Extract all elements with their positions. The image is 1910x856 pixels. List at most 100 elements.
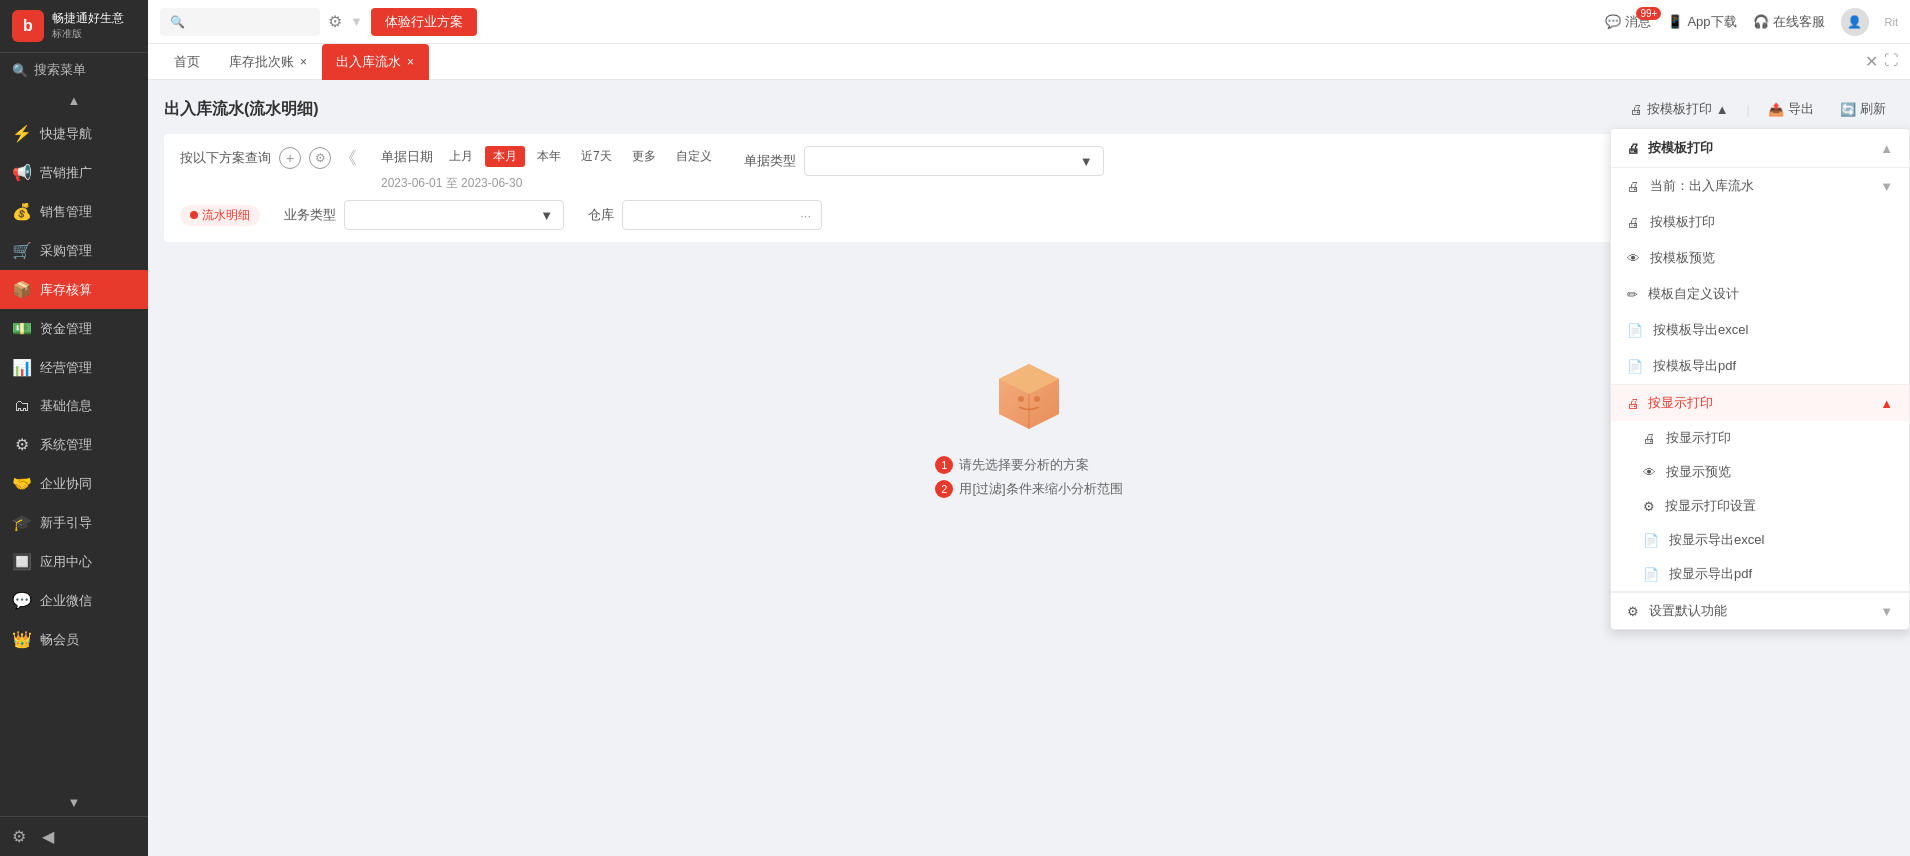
- trial-button[interactable]: 体验行业方案: [371, 8, 477, 36]
- dropdown-template-export-pdf[interactable]: 📄 按模板导出pdf: [1611, 348, 1909, 384]
- display-print-item[interactable]: 🖨 按显示打印: [1611, 421, 1909, 455]
- expand-btn[interactable]: ⛶: [1884, 52, 1898, 71]
- sidebar-item-wechat[interactable]: 💬 企业微信: [0, 581, 148, 620]
- date-opt-custom[interactable]: 自定义: [668, 146, 720, 167]
- sidebar-item-inventory[interactable]: 📦 库存核算: [0, 270, 148, 309]
- sidebar: b 畅捷通好生意 标准版 🔍 搜索菜单 ▲ ⚡ 快捷导航 📢 营销推广 💰 销售…: [0, 0, 148, 856]
- date-opt-more[interactable]: 更多: [624, 146, 664, 167]
- tip-num-1: 1: [935, 456, 953, 474]
- sidebar-item-marketing[interactable]: 📢 营销推广: [0, 153, 148, 192]
- collapse-sidebar-icon[interactable]: ◀: [42, 827, 54, 846]
- topbar-search[interactable]: 🔍: [160, 8, 320, 36]
- sidebar-item-label: 库存核算: [40, 281, 92, 299]
- tip-num-2: 2: [935, 480, 953, 498]
- date-opt-this-year[interactable]: 本年: [529, 146, 569, 167]
- display-print-settings-item[interactable]: ⚙ 按显示打印设置: [1611, 489, 1909, 523]
- empty-tips: 1 请先选择要分析的方案 2 用[过滤]条件来缩小分析范围: [935, 450, 1122, 498]
- template-custom-icon: ✏: [1627, 287, 1638, 302]
- date-opt-7days[interactable]: 近7天: [573, 146, 620, 167]
- app-download-btn[interactable]: 📱 App下载: [1667, 13, 1736, 31]
- finance-icon: 💵: [12, 319, 32, 338]
- date-opt-this-month[interactable]: 本月: [485, 146, 525, 167]
- export-button[interactable]: 📤 导出: [1760, 96, 1822, 122]
- display-section-label: 按显示打印: [1648, 394, 1713, 412]
- topbar-search-icon: 🔍: [170, 15, 185, 29]
- tab-inout-flow[interactable]: 出入库流水 ×: [322, 44, 429, 80]
- dropdown-template-print[interactable]: 🖨 按模板打印: [1611, 204, 1909, 240]
- dropdown-footer-item[interactable]: ⚙ 设置默认功能 ▼: [1611, 592, 1909, 629]
- refresh-icon: 🔄: [1840, 102, 1856, 117]
- filter-section-label: 按以下方案查询: [180, 149, 271, 167]
- date-options: 上月 本月 本年 近7天 更多 自定义: [441, 146, 720, 167]
- display-preview-item[interactable]: 👁 按显示预览: [1611, 455, 1909, 489]
- display-export-excel-label: 按显示导出excel: [1669, 531, 1764, 549]
- sidebar-item-label: 经营管理: [40, 359, 92, 377]
- warehouse-section: 仓库 ···: [588, 200, 822, 230]
- dropdown-template-preview[interactable]: 👁 按模板预览: [1611, 240, 1909, 276]
- dropdown-template-custom[interactable]: ✏ 模板自定义设计: [1611, 276, 1909, 312]
- sidebar-item-basic[interactable]: 🗂 基础信息: [0, 387, 148, 425]
- display-print-label: 按显示打印: [1666, 429, 1731, 447]
- sidebar-item-system[interactable]: ⚙ 系统管理: [0, 425, 148, 464]
- dropdown-current-label: 当前：出入库流水: [1650, 177, 1754, 195]
- display-section-header[interactable]: 🖨 按显示打印 ▲: [1611, 385, 1909, 421]
- display-section: 🖨 按显示打印 ▲ 🖨 按显示打印 👁 按显示预览 ⚙ 按显示打印设置: [1611, 384, 1909, 591]
- settings-icon[interactable]: ⚙: [12, 827, 26, 846]
- template-preview-label: 按模板预览: [1650, 249, 1715, 267]
- warehouse-more-btn[interactable]: ···: [800, 208, 811, 223]
- online-service-btn[interactable]: 🎧 在线客服: [1753, 13, 1825, 31]
- user-name: Rit: [1885, 16, 1898, 28]
- warehouse-select[interactable]: ···: [622, 200, 822, 230]
- sidebar-search[interactable]: 🔍 搜索菜单: [0, 53, 148, 87]
- sidebar-item-enterprise[interactable]: 🤝 企业协同: [0, 464, 148, 503]
- type-label: 单据类型: [744, 152, 796, 170]
- display-export-excel-icon: 📄: [1643, 533, 1659, 548]
- tab-batch-account[interactable]: 库存批次账 ×: [215, 44, 322, 80]
- sidebar-item-apps[interactable]: 🔲 应用中心: [0, 542, 148, 581]
- business-type-select[interactable]: ▼: [344, 200, 564, 230]
- sidebar-item-sales[interactable]: 💰 销售管理: [0, 192, 148, 231]
- page-header: 出入库流水(流水明细) 🖨 按模板打印 ▲ | 📤 导出 🔄 刷新: [164, 96, 1894, 122]
- add-filter-button[interactable]: +: [279, 147, 301, 169]
- tab-inout-flow-close[interactable]: ×: [407, 55, 414, 69]
- sidebar-item-label: 新手引导: [40, 514, 92, 532]
- export-icon: 📤: [1768, 102, 1784, 117]
- display-export-excel-item[interactable]: 📄 按显示导出excel: [1611, 523, 1909, 557]
- avatar[interactable]: 👤: [1841, 8, 1869, 36]
- dropdown-current-item[interactable]: 🖨 当前：出入库流水 ▼: [1611, 168, 1909, 204]
- sidebar-item-finance[interactable]: 💵 资金管理: [0, 309, 148, 348]
- sidebar-item-quick-nav[interactable]: ⚡ 快捷导航: [0, 114, 148, 153]
- close-window-btn[interactable]: ✕: [1865, 52, 1878, 71]
- tab-batch-account-close[interactable]: ×: [300, 55, 307, 69]
- print-button[interactable]: 🖨 按模板打印 ▲: [1622, 96, 1737, 122]
- message-btn[interactable]: 💬 消息 99+: [1605, 13, 1651, 31]
- tab-inout-flow-label: 出入库流水: [336, 53, 401, 71]
- refresh-label: 刷新: [1860, 100, 1886, 118]
- online-service-label: 在线客服: [1773, 13, 1825, 31]
- tab-home[interactable]: 首页: [160, 44, 215, 80]
- topbar-gear-icon[interactable]: ⚙: [328, 12, 342, 31]
- dropdown-template-export-excel[interactable]: 📄 按模板导出excel: [1611, 312, 1909, 348]
- type-select[interactable]: ▼: [804, 146, 1104, 176]
- flow-detail-tag[interactable]: 流水明细: [180, 205, 260, 226]
- display-export-pdf-item[interactable]: 📄 按显示导出pdf: [1611, 557, 1909, 591]
- sidebar-item-purchase[interactable]: 🛒 采购管理: [0, 231, 148, 270]
- display-preview-icon: 👁: [1643, 465, 1656, 480]
- dropdown-collapse-btn[interactable]: ▲: [1880, 141, 1893, 156]
- scroll-up-btn[interactable]: ▲: [64, 89, 85, 112]
- scroll-down-btn[interactable]: ▼: [64, 791, 85, 814]
- sidebar-item-guide[interactable]: 🎓 新手引导: [0, 503, 148, 542]
- refresh-button[interactable]: 🔄 刷新: [1832, 96, 1894, 122]
- filter-settings-button[interactable]: ⚙: [309, 147, 331, 169]
- sidebar-nav: ⚡ 快捷导航 📢 营销推广 💰 销售管理 🛒 采购管理 📦 库存核算 💵 资金管…: [0, 114, 148, 789]
- marketing-icon: 📢: [12, 163, 32, 182]
- sidebar-item-label: 企业微信: [40, 592, 92, 610]
- collapse-filter-btn[interactable]: 《: [339, 146, 357, 170]
- message-badge: 99+: [1636, 7, 1661, 20]
- main-area: 🔍 ⚙ ▼ 体验行业方案 💬 消息 99+ 📱 App下载 🎧 在线客服 👤: [148, 0, 1910, 856]
- date-opt-last-month[interactable]: 上月: [441, 146, 481, 167]
- sidebar-item-member[interactable]: 👑 畅会员: [0, 620, 148, 659]
- sidebar-item-operations[interactable]: 📊 经营管理: [0, 348, 148, 387]
- apps-icon: 🔲: [12, 552, 32, 571]
- empty-illustration: [979, 334, 1079, 434]
